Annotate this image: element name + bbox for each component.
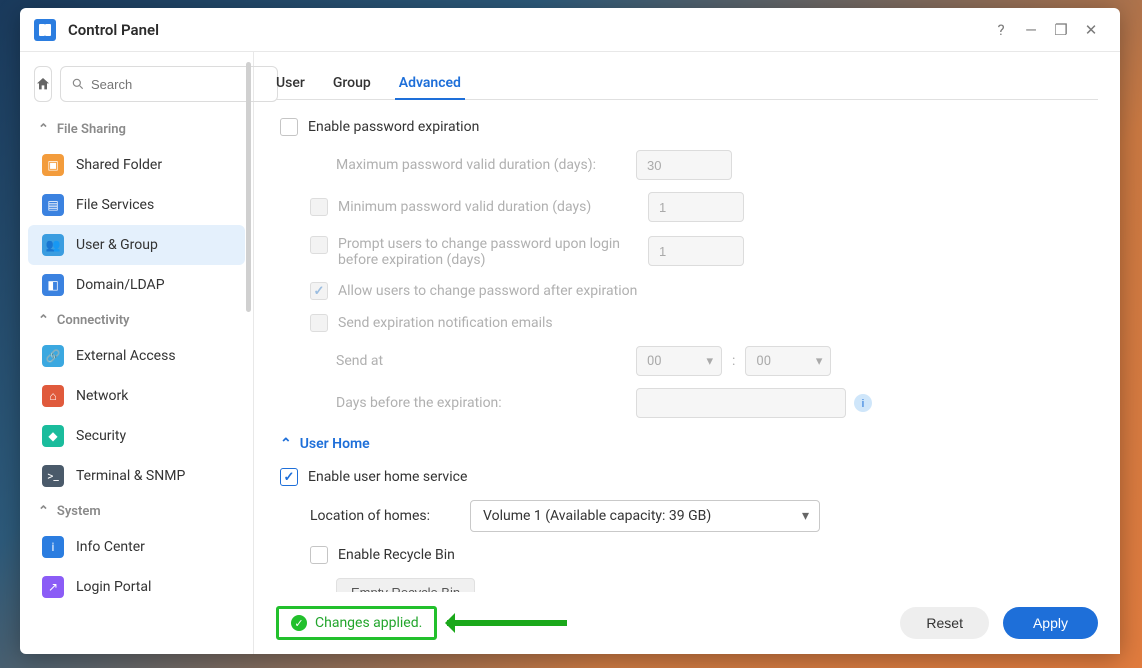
tab-group[interactable]: Group <box>333 66 371 99</box>
location-select[interactable]: Volume 1 (Available capacity: 39 GB) <box>470 500 820 532</box>
allow-change-after-checkbox <box>310 282 328 300</box>
maximize-button[interactable]: ❐ <box>1046 15 1076 45</box>
enable-user-home-label: Enable user home service <box>308 469 467 485</box>
days-before-input <box>636 388 846 418</box>
prompt-change-label: Prompt users to change password upon log… <box>338 236 638 268</box>
sidebar-item-label: File Services <box>76 197 154 213</box>
min-duration-input <box>648 192 744 222</box>
sidebar-item-login-portal[interactable]: ↗ Login Portal <box>28 567 245 607</box>
file-icon: ▤ <box>42 194 64 216</box>
settings-content: Enable password expiration Maximum passw… <box>276 100 1098 654</box>
network-icon: ⌂ <box>42 385 64 407</box>
apply-button[interactable]: Apply <box>1003 607 1098 639</box>
sidebar-item-info-center[interactable]: i Info Center <box>28 527 245 567</box>
app-icon <box>34 19 56 41</box>
portal-icon: ↗ <box>42 576 64 598</box>
chevron-up-icon: ⌃ <box>280 436 292 452</box>
domain-icon: ◧ <box>42 274 64 296</box>
search-input[interactable] <box>91 77 267 92</box>
min-duration-checkbox <box>310 198 328 216</box>
sidebar-item-external-access[interactable]: 🔗 External Access <box>28 336 245 376</box>
sidebar-item-security[interactable]: ◆ Security <box>28 416 245 456</box>
reset-button[interactable]: Reset <box>900 607 989 639</box>
tabs: User Group Advanced <box>276 66 1098 100</box>
sidebar-item-domain-ldap[interactable]: ◧ Domain/LDAP <box>28 265 245 305</box>
section-label: System <box>57 504 101 519</box>
allow-change-after-label: Allow users to change password after exp… <box>338 283 637 299</box>
close-button[interactable]: ✕ <box>1076 15 1106 45</box>
sidebar-item-label: External Access <box>76 348 176 364</box>
sidebar-item-label: Domain/LDAP <box>76 277 165 293</box>
chevron-up-icon: ⌃ <box>38 504 49 519</box>
section-label: Connectivity <box>57 313 130 328</box>
sidebar-item-label: Security <box>76 428 126 444</box>
tab-user[interactable]: User <box>276 66 305 99</box>
help-button[interactable]: ? <box>986 15 1016 45</box>
window-title: Control Panel <box>68 21 159 39</box>
annotation-arrow <box>447 620 567 626</box>
sidebar-item-file-services[interactable]: ▤ File Services <box>28 185 245 225</box>
sidebar-item-label: Shared Folder <box>76 157 162 173</box>
max-duration-input <box>636 150 732 180</box>
check-circle-icon: ✓ <box>291 615 307 631</box>
user-home-section-toggle[interactable]: ⌃ User Home <box>280 436 1094 452</box>
max-duration-label: Maximum password valid duration (days): <box>336 157 636 173</box>
chevron-up-icon: ⌃ <box>38 122 49 137</box>
send-minute-select: 00 <box>745 346 831 376</box>
info-icon[interactable]: i <box>854 394 872 412</box>
sidebar-item-shared-folder[interactable]: ▣ Shared Folder <box>28 145 245 185</box>
sidebar-item-label: User & Group <box>76 237 158 253</box>
prompt-change-checkbox <box>310 236 328 254</box>
sidebar: ⌃ File Sharing ▣ Shared Folder ▤ File Serv… <box>20 52 254 654</box>
home-icon <box>35 76 51 92</box>
sidebar-item-terminal-snmp[interactable]: >_ Terminal & SNMP <box>28 456 245 496</box>
section-system[interactable]: ⌃ System <box>20 496 253 527</box>
send-notif-checkbox <box>310 314 328 332</box>
folder-icon: ▣ <box>42 154 64 176</box>
titlebar: Control Panel ? — ❐ ✕ <box>20 8 1120 52</box>
enable-password-expiration-checkbox[interactable] <box>280 118 298 136</box>
shield-icon: ◆ <box>42 425 64 447</box>
min-duration-label: Minimum password valid duration (days) <box>338 199 638 215</box>
location-label: Location of homes: <box>310 508 460 524</box>
enable-recycle-label: Enable Recycle Bin <box>338 547 455 563</box>
sidebar-item-user-group[interactable]: 👥 User & Group <box>28 225 245 265</box>
link-icon: 🔗 <box>42 345 64 367</box>
footer: ✓ Changes applied. Reset Apply <box>254 592 1120 654</box>
info-icon: i <box>42 536 64 558</box>
sidebar-item-label: Terminal & SNMP <box>76 468 185 484</box>
sidebar-item-network[interactable]: ⌂ Network <box>28 376 245 416</box>
sidebar-scrollbar[interactable] <box>246 62 251 312</box>
section-label: File Sharing <box>57 122 126 137</box>
send-notif-label: Send expiration notification emails <box>338 315 553 331</box>
search-icon <box>71 77 85 91</box>
tab-advanced[interactable]: Advanced <box>399 66 461 99</box>
sidebar-item-label: Info Center <box>76 539 145 555</box>
time-colon: : <box>732 353 735 369</box>
status-message: ✓ Changes applied. <box>276 606 437 640</box>
users-icon: 👥 <box>42 234 64 256</box>
days-before-label: Days before the expiration: <box>336 395 636 411</box>
section-connectivity[interactable]: ⌃ Connectivity <box>20 305 253 336</box>
prompt-change-input <box>648 236 744 266</box>
enable-password-expiration-label: Enable password expiration <box>308 119 479 135</box>
sidebar-item-label: Network <box>76 388 128 404</box>
send-hour-select: 00 <box>636 346 722 376</box>
control-panel-window: Control Panel ? — ❐ ✕ ⌃ File Sharing ▣ Sh… <box>20 8 1120 654</box>
sidebar-item-label: Login Portal <box>76 579 151 595</box>
chevron-up-icon: ⌃ <box>38 313 49 328</box>
main-panel: User Group Advanced Enable password expi… <box>254 52 1120 654</box>
enable-recycle-checkbox[interactable] <box>310 546 328 564</box>
terminal-icon: >_ <box>42 465 64 487</box>
section-title: User Home <box>300 436 370 452</box>
status-text: Changes applied. <box>315 615 422 631</box>
minimize-button[interactable]: — <box>1016 15 1046 45</box>
home-button[interactable] <box>34 66 52 102</box>
enable-user-home-checkbox[interactable] <box>280 468 298 486</box>
send-at-label: Send at <box>336 353 636 369</box>
section-file-sharing[interactable]: ⌃ File Sharing <box>20 114 253 145</box>
